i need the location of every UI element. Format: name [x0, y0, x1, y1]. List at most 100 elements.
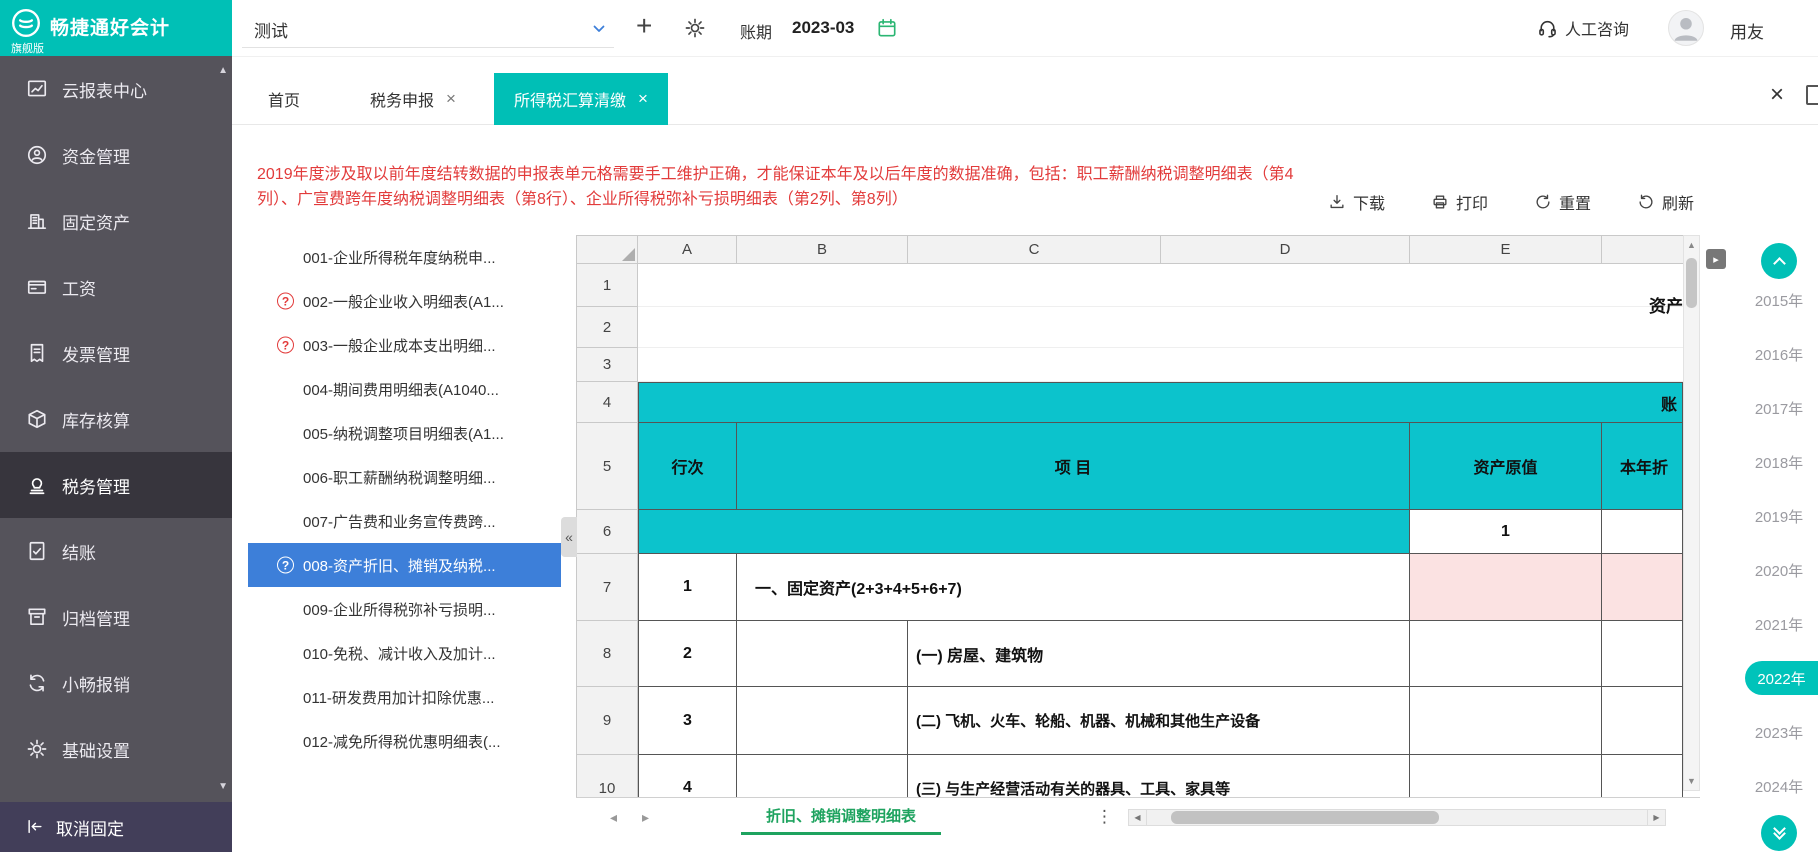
report-list-item-selected[interactable]: ? 008-资产折旧、摊销及纳税...	[248, 543, 561, 587]
calendar-icon[interactable]	[876, 17, 898, 39]
sidebar-item-closing[interactable]: 结账	[0, 518, 232, 584]
sheet-next-icon[interactable]: ▸	[642, 809, 649, 826]
year-item-selected[interactable]: 2022年	[1740, 651, 1818, 705]
line-no-cell[interactable]: 2	[638, 621, 737, 687]
horizontal-scrollbar[interactable]: ◀ ▶	[1128, 809, 1666, 826]
tab-income-tax-settlement[interactable]: 所得税汇算清缴 ×	[494, 73, 668, 125]
sheet-tab-depreciation[interactable]: 折旧、摊销调整明细表	[741, 798, 941, 835]
row-header-8[interactable]: 8	[576, 621, 638, 687]
tab-home[interactable]: 首页	[248, 73, 320, 125]
year-item[interactable]: 2017年	[1740, 381, 1818, 435]
row-header-7[interactable]: 7	[576, 554, 638, 621]
report-list-item[interactable]: 001-企业所得税年度纳税申...	[248, 235, 561, 279]
tab-tax-declaration[interactable]: 税务申报 ×	[350, 73, 476, 125]
reset-button[interactable]: 重置	[1534, 190, 1591, 214]
item-cell[interactable]: (二) 飞机、火车、轮船、机器、机械和其他生产设备	[908, 687, 1410, 755]
unpin-button[interactable]: 取消固定	[0, 802, 232, 852]
report-list-item[interactable]: 011-研发费用加计扣除优惠...	[248, 675, 561, 719]
col-header-d[interactable]: D	[1161, 235, 1410, 264]
col-header-f-partial[interactable]	[1602, 235, 1683, 264]
header-cell-item[interactable]: 项 目	[737, 423, 1410, 510]
row-header-3[interactable]: 3	[576, 348, 638, 382]
report-list-item[interactable]: ? 003-一般企业成本支出明细...	[248, 323, 561, 367]
line-no-cell[interactable]: 4	[638, 755, 737, 797]
report-list-item[interactable]: 009-企业所得税弥补亏损明...	[248, 587, 561, 631]
year-item[interactable]: 2019年	[1740, 489, 1818, 543]
sidebar-item-funds[interactable]: 资金管理	[0, 122, 232, 188]
col-header-e[interactable]: E	[1410, 235, 1602, 264]
expand-panel-handle[interactable]: ▸	[1706, 249, 1726, 269]
horizontal-scroll-thumb[interactable]	[1171, 811, 1439, 824]
row-header-4[interactable]: 4	[576, 382, 638, 423]
item-cell[interactable]: (三) 与生产经营活动有关的器具、工具、家具等	[908, 755, 1410, 797]
sidebar-item-partial[interactable]	[0, 782, 232, 804]
value-cell[interactable]	[1410, 687, 1602, 755]
close-icon[interactable]: ×	[1770, 83, 1784, 107]
vertical-scroll-thumb[interactable]	[1686, 258, 1697, 308]
form-cell-empty[interactable]	[638, 510, 1410, 554]
value-cell-highlight[interactable]	[1602, 554, 1683, 621]
report-list-item[interactable]: 012-减免所得税优惠明细表(...	[248, 719, 561, 763]
item-cell[interactable]: (一) 房屋、建筑物	[908, 621, 1410, 687]
add-account-set-button[interactable]: +	[636, 9, 652, 43]
row-header-6[interactable]: 6	[576, 510, 638, 554]
sidebar-item-invoices[interactable]: 发票管理	[0, 320, 232, 386]
sidebar-scroll-up-icon[interactable]: ▲	[218, 66, 228, 76]
year-item[interactable]: 2024年	[1740, 759, 1818, 813]
col-header-c[interactable]: C	[908, 235, 1161, 264]
sidebar-item-payroll[interactable]: 工资	[0, 254, 232, 320]
row-header-5[interactable]: 5	[576, 423, 638, 510]
form-cell-empty[interactable]	[1602, 510, 1683, 554]
year-item[interactable]: 2021年	[1740, 597, 1818, 651]
col-number-cell[interactable]: 1	[1410, 510, 1602, 554]
consult-button[interactable]: 人工咨询	[1537, 16, 1629, 40]
report-list-item[interactable]: 005-纳税调整项目明细表(A1...	[248, 411, 561, 455]
form-cell-empty[interactable]	[737, 621, 908, 687]
collapse-panel-handle[interactable]: «	[561, 517, 577, 557]
row-header-1[interactable]: 1	[576, 264, 638, 307]
value-cell[interactable]	[1602, 687, 1683, 755]
horizontal-scroll-track[interactable]	[1147, 810, 1647, 825]
account-set-dropdown[interactable]: 测试	[242, 8, 614, 48]
sheet-more-icon[interactable]: ⋮	[1096, 807, 1113, 827]
avatar[interactable]	[1668, 10, 1704, 46]
print-button[interactable]: 打印	[1431, 190, 1488, 214]
year-item[interactable]: 2018年	[1740, 435, 1818, 489]
header-cell-partial[interactable]: 本年折	[1602, 423, 1683, 510]
col-header-a[interactable]: A	[638, 235, 737, 264]
row-header-10[interactable]: 10	[576, 755, 638, 797]
header-cell-asset-value[interactable]: 资产原值	[1410, 423, 1602, 510]
header-cell-line-no[interactable]: 行次	[638, 423, 737, 510]
gear-icon[interactable]	[684, 17, 706, 39]
report-list-item[interactable]: 010-免税、减计收入及加计...	[248, 631, 561, 675]
form-group-header-row[interactable]: 账	[638, 382, 1683, 423]
report-list-item[interactable]: 007-广告费和业务宣传费跨...	[248, 499, 561, 543]
sidebar-scroll-down-icon[interactable]: ▼	[218, 782, 228, 792]
report-list-item[interactable]: 006-职工薪酬纳税调整明细...	[248, 455, 561, 499]
report-list-item[interactable]: 004-期间费用明细表(A1040...	[248, 367, 561, 411]
report-list-item[interactable]: ? 002-一般企业收入明细表(A1...	[248, 279, 561, 323]
sidebar-item-inventory[interactable]: 库存核算	[0, 386, 232, 452]
tab-close-icon[interactable]: ×	[446, 90, 456, 107]
form-cell-empty[interactable]	[737, 755, 908, 797]
sidebar-item-reimburse[interactable]: 小畅报销	[0, 650, 232, 716]
row-header-9[interactable]: 9	[576, 687, 638, 755]
value-cell[interactable]	[1602, 755, 1683, 797]
item-cell[interactable]: 一、固定资产(2+3+4+5+6+7)	[737, 554, 1410, 621]
value-cell-highlight[interactable]	[1410, 554, 1602, 621]
line-no-cell[interactable]: 3	[638, 687, 737, 755]
value-cell[interactable]	[1410, 621, 1602, 687]
sidebar-item-tax[interactable]: 税务管理	[0, 452, 232, 518]
scroll-right-icon[interactable]: ▶	[1647, 810, 1665, 825]
refresh-button[interactable]: 刷新	[1637, 190, 1694, 214]
period-value[interactable]: 2023-03	[792, 18, 854, 38]
form-cell-empty[interactable]	[737, 687, 908, 755]
year-item[interactable]: 2015年	[1740, 273, 1818, 327]
maximize-icon[interactable]	[1806, 85, 1818, 105]
sidebar-item-fixed-assets[interactable]: 固定资产	[0, 188, 232, 254]
username-label[interactable]: 用友	[1730, 18, 1764, 43]
value-cell[interactable]	[1602, 621, 1683, 687]
sidebar-item-archive[interactable]: 归档管理	[0, 584, 232, 650]
year-item[interactable]: 2016年	[1740, 327, 1818, 381]
download-button[interactable]: 下载	[1328, 190, 1385, 214]
